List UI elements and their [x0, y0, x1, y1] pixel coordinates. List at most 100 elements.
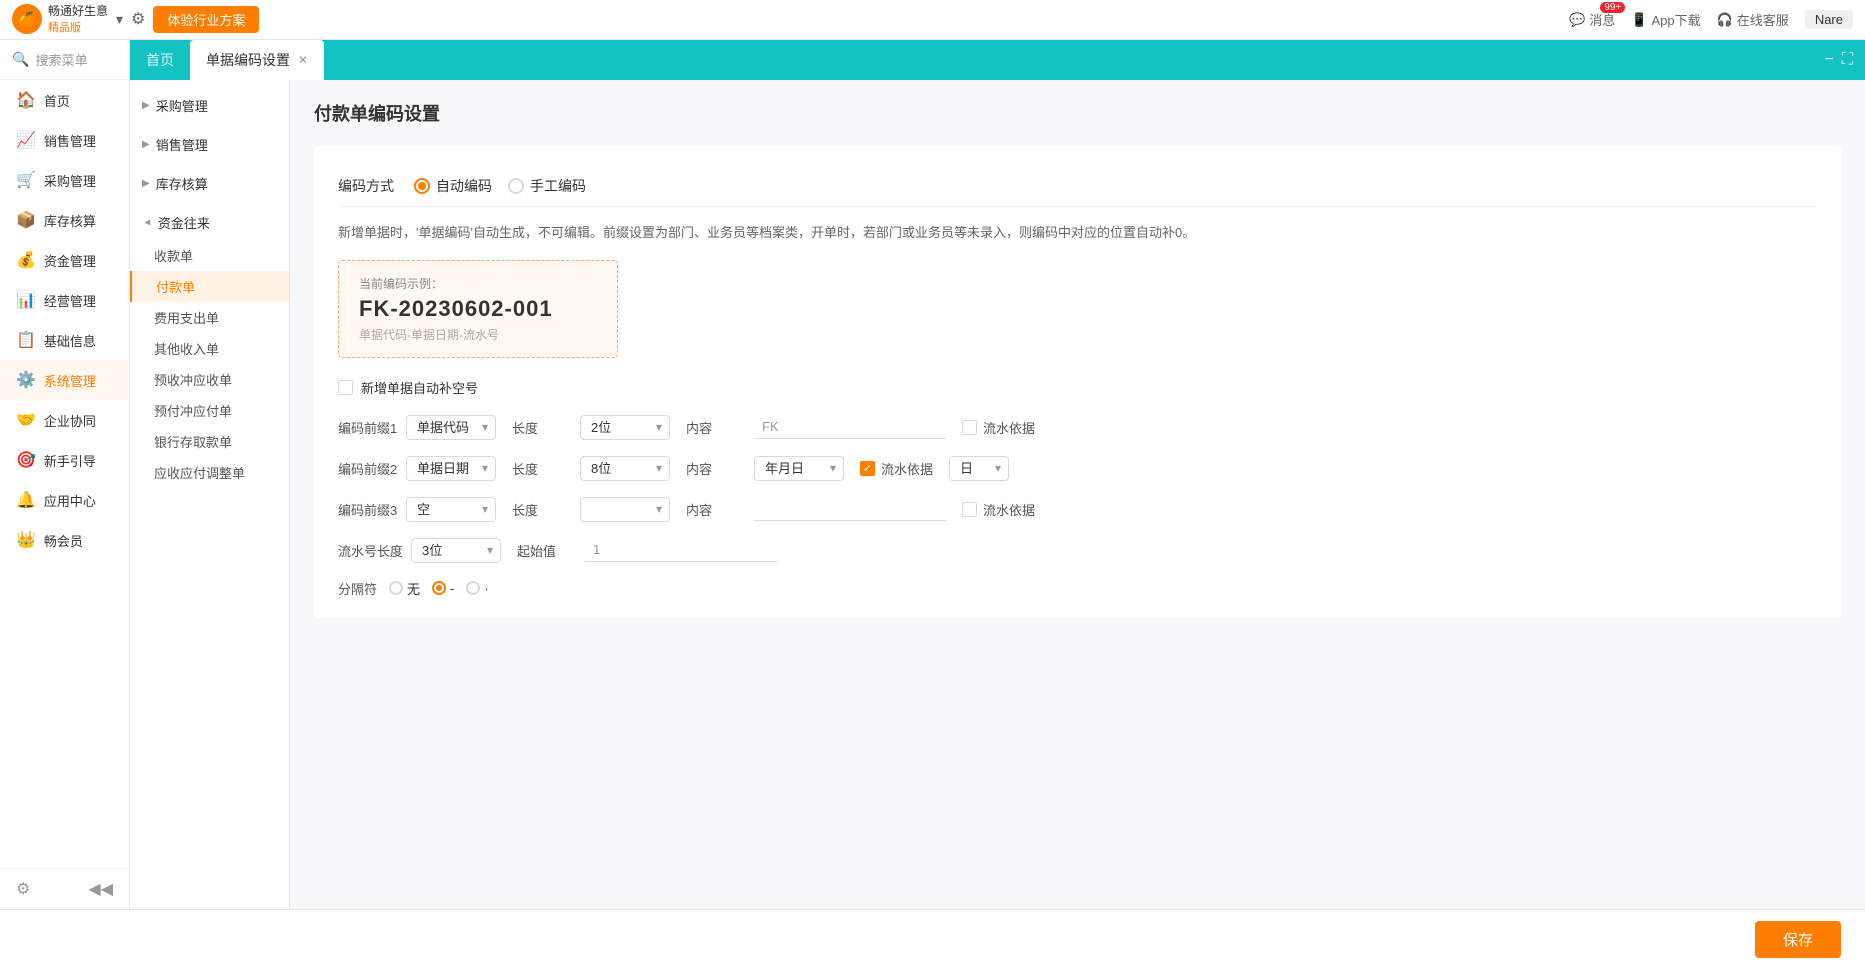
submenu-title-purchase[interactable]: ▶ 采购管理 [130, 88, 289, 123]
prefix3-select[interactable]: 空 [406, 497, 496, 522]
submenu-title-inventory[interactable]: ▶ 库存核算 [130, 166, 289, 201]
sidebar-item-operation[interactable]: 📊 经营管理 [0, 280, 129, 320]
submenu-label-inventory: 库存核算 [156, 174, 208, 193]
sidebar-label-sales: 销售管理 [44, 131, 96, 150]
content-area: 首页 单据编码设置 ✕ − ⛶ ▶ 采购管理 [130, 40, 1865, 909]
finance-icon: 💰 [16, 250, 36, 270]
sep-dot-radio[interactable]: - [432, 581, 454, 596]
submenu-child-prepay-ap[interactable]: 预付冲应付单 [130, 395, 289, 426]
prefix1-stream-label: 流水依据 [983, 418, 1035, 437]
info-text: 新增单据时，'单据编码'自动生成，不可编辑。前缀设置为部门、业务员等档案类，开单… [338, 223, 1817, 244]
tab-close-icon[interactable]: ✕ [298, 53, 308, 67]
stream-length-select[interactable]: 3位 [411, 538, 501, 563]
submenu-title-sales[interactable]: ▶ 销售管理 [130, 127, 289, 162]
sep-dash-radio[interactable]: · [466, 581, 488, 596]
settings-icon[interactable]: ⚙ [131, 9, 145, 29]
appcenter-icon: 🔔 [16, 490, 36, 510]
sidebar-nav: 🏠 首页 📈 销售管理 🛒 采购管理 📦 库存核算 💰 资金管理 📊 经 [0, 80, 129, 868]
prefix1-stream-checkbox[interactable] [962, 420, 977, 435]
sidebar-item-basic[interactable]: 📋 基础信息 [0, 320, 129, 360]
submenu-child-payment[interactable]: 付款单 [130, 271, 289, 302]
prefix1-stream-cb: 流水依据 [962, 418, 1035, 437]
sidebar-item-inventory[interactable]: 📦 库存核算 [0, 200, 129, 240]
config-card: 编码方式 自动编码 手工编码 [314, 146, 1841, 618]
submenu-arrow-capital: ▼ [141, 218, 152, 228]
sidebar-label-purchase: 采购管理 [44, 171, 96, 190]
prefix2-content-select[interactable]: 年月日 [754, 456, 844, 481]
prefix1-length-select-wrap: 2位 [580, 415, 670, 440]
auto-encode-radio[interactable]: 自动编码 [414, 176, 492, 196]
sidebar-item-home[interactable]: 🏠 首页 [0, 80, 129, 120]
submenu-label-sales: 销售管理 [156, 135, 208, 154]
prefix1-length-select[interactable]: 2位 [580, 415, 670, 440]
save-button[interactable]: 保存 [1755, 921, 1841, 958]
start-val-input[interactable] [585, 538, 777, 562]
tab-encoding-settings[interactable]: 单据编码设置 ✕ [190, 40, 324, 80]
settings-bottom-icon[interactable]: ⚙ [16, 879, 30, 899]
submenu-arrow-sales: ▶ [142, 139, 150, 150]
prefix3-stream-checkbox[interactable] [962, 502, 977, 517]
submenu-arrow-inventory: ▶ [142, 178, 150, 189]
prefix3-content-input[interactable] [754, 497, 946, 521]
submenu-child-other-income[interactable]: 其他收入单 [130, 333, 289, 364]
search-menu[interactable]: 🔍 搜索菜单 [0, 40, 129, 80]
prefix2-stream-checkbox[interactable]: ✓ [860, 461, 875, 476]
prefix2-length-select[interactable]: 8位 [580, 456, 670, 481]
tab-maximize-button[interactable]: ⛶ [1842, 51, 1853, 69]
prefix1-content-input[interactable] [754, 415, 946, 439]
manual-encode-dot [508, 178, 524, 194]
user-info[interactable]: Nare [1805, 10, 1853, 29]
encoding-method-label: 编码方式 [338, 176, 394, 196]
prefix3-length-select[interactable] [580, 497, 670, 522]
sales-icon: 📈 [16, 130, 36, 150]
sidebar-item-purchase[interactable]: 🛒 采购管理 [0, 160, 129, 200]
expand-button[interactable]: ▾ [116, 11, 123, 28]
submenu-arrow-purchase: ▶ [142, 100, 150, 111]
tab-home[interactable]: 首页 [130, 40, 190, 80]
trial-button[interactable]: 体验行业方案 [153, 6, 259, 33]
sep-dash-label: · [484, 581, 488, 596]
collapse-icon[interactable]: ◀◀ [88, 879, 113, 899]
online-service-button[interactable]: 🎧 在线客服 [1717, 10, 1789, 29]
auto-fill-checkbox[interactable] [338, 380, 353, 395]
stream-row: 流水号长度 3位 起始值 [338, 538, 1817, 563]
sidebar-item-system[interactable]: ⚙️ 系统管理 [0, 360, 129, 400]
submenu-group-sales: ▶ 销售管理 [130, 127, 289, 162]
sidebar-label-operation: 经营管理 [44, 291, 96, 310]
sidebar-item-member[interactable]: 👑 畅会员 [0, 520, 129, 560]
app-download-button[interactable]: 📱 App下载 [1631, 10, 1700, 29]
submenu-child-arapp-adjust[interactable]: 应收应付调整单 [130, 457, 289, 488]
submenu-child-prepay-ar[interactable]: 预收冲应收单 [130, 364, 289, 395]
prefix1-label: 编码前缀1 [338, 418, 398, 437]
sidebar-item-sales[interactable]: 📈 销售管理 [0, 120, 129, 160]
prefix2-stream-cb: ✓ 流水依据 [860, 459, 933, 478]
headset-icon: 🎧 [1717, 12, 1733, 28]
enterprise-icon: 🤝 [16, 410, 36, 430]
prefix3-content-label: 内容 [686, 500, 746, 519]
submenu-title-capital[interactable]: ▼ 资金往来 [130, 205, 289, 240]
submenu-child-bank[interactable]: 银行存取款单 [130, 426, 289, 457]
sidebar-item-enterprise[interactable]: 🤝 企业协同 [0, 400, 129, 440]
day-select-wrap: 日 [949, 456, 1009, 481]
guide-icon: 🎯 [16, 450, 36, 470]
prefix1-select[interactable]: 单据代码 [406, 415, 496, 440]
sidebar-item-guide[interactable]: 🎯 新手引导 [0, 440, 129, 480]
prefix3-row: 编码前缀3 空 长度 [338, 497, 1817, 522]
sidebar-label-system: 系统管理 [44, 371, 96, 390]
manual-encode-radio[interactable]: 手工编码 [508, 176, 586, 196]
sidebar-bottom: ⚙ ◀◀ [0, 868, 129, 909]
prefix2-select[interactable]: 单据日期 [406, 456, 496, 481]
submenu-child-expense[interactable]: 费用支出单 [130, 302, 289, 333]
submenu-child-receipt[interactable]: 收款单 [130, 240, 289, 271]
sep-none-label: 无 [407, 579, 420, 598]
sep-none-radio[interactable]: 无 [389, 579, 420, 598]
sidebar-item-finance[interactable]: 💰 资金管理 [0, 240, 129, 280]
submenu-label-capital: 资金往来 [158, 213, 210, 232]
sidebar-item-appcenter[interactable]: 🔔 应用中心 [0, 480, 129, 520]
inventory-icon: 📦 [16, 210, 36, 230]
auto-encode-dot [414, 178, 430, 194]
message-button[interactable]: 💬 消息 99+ [1569, 10, 1615, 29]
day-select[interactable]: 日 [949, 456, 1009, 481]
prefix1-content-label: 内容 [686, 418, 746, 437]
tab-minimize-button[interactable]: − [1824, 51, 1833, 69]
